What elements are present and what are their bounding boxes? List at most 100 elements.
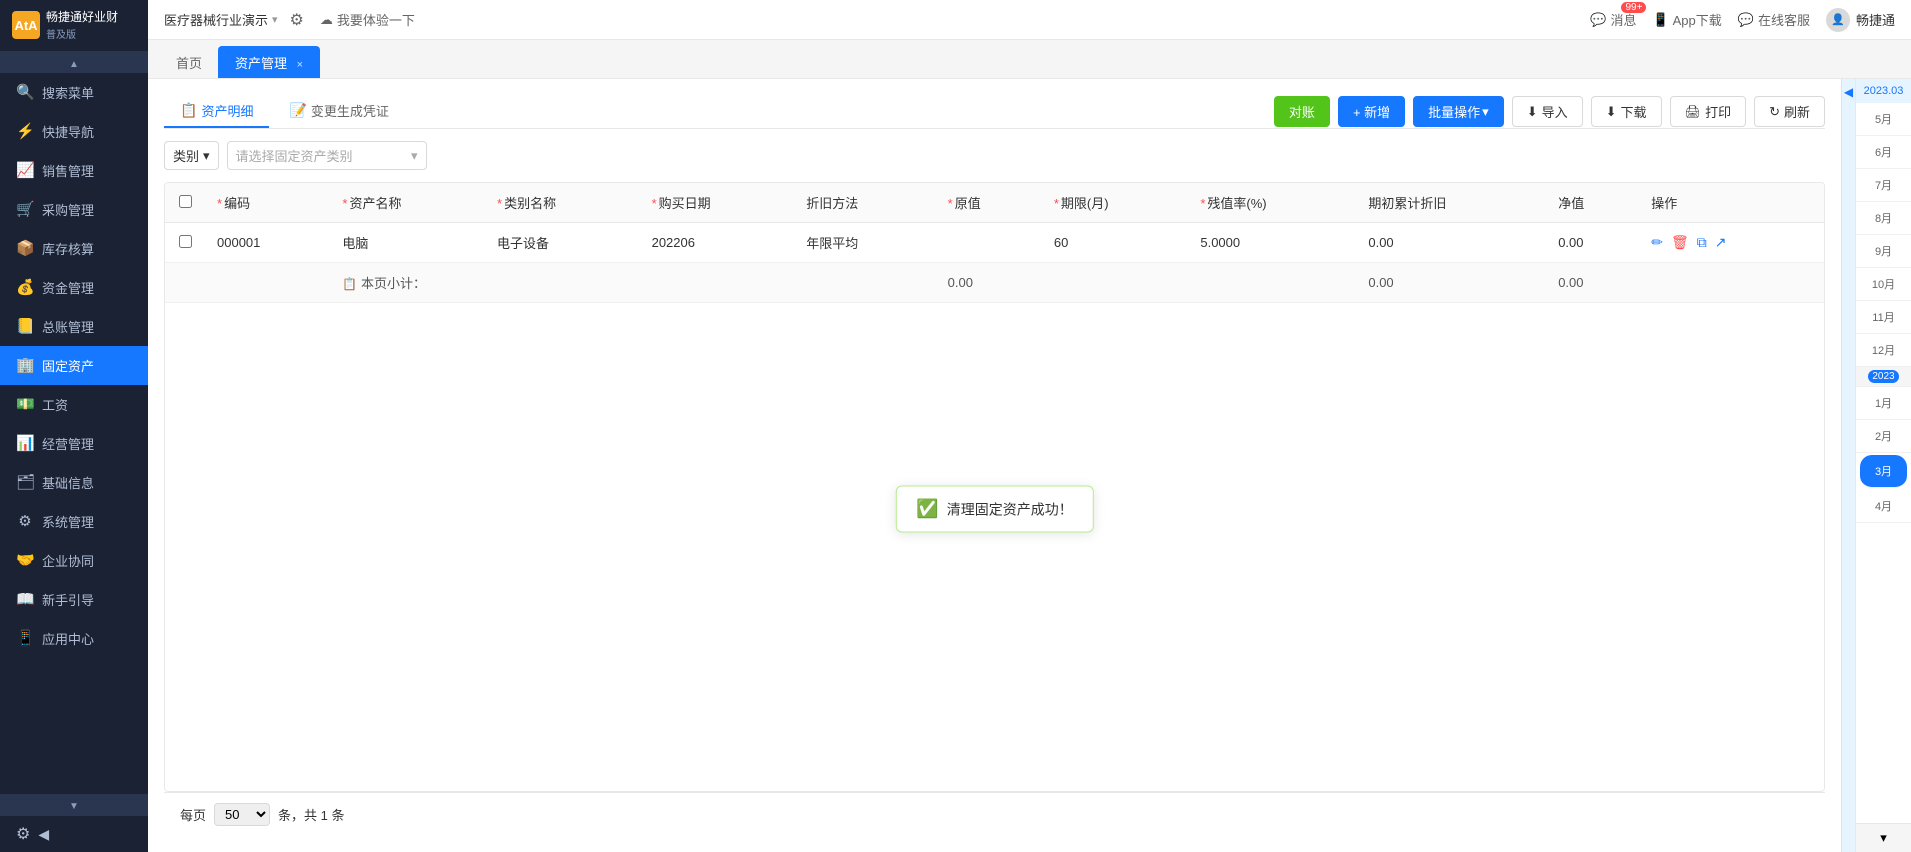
calendar-down-btn[interactable]: ▾ — [1856, 823, 1911, 852]
sidebar-label-ledger: 总账管理 — [42, 317, 94, 336]
refresh-button[interactable]: ↻ 刷新 — [1754, 96, 1825, 127]
sub-tabs: 📋 资产明细 📝 变更生成凭证 对账 + 新增 批量操作 ▾ ⬇ — [164, 95, 1825, 129]
month-2023-3[interactable]: 3月 — [1860, 455, 1907, 488]
company-settings-icon[interactable]: ⚙ — [290, 10, 304, 30]
sidebar-label-guide: 新手引导 — [42, 590, 94, 609]
month-2023-4[interactable]: 4月 — [1856, 490, 1911, 523]
delete-icon[interactable]: 🗑 — [1671, 234, 1689, 251]
sidebar-item-sales[interactable]: 📈 销售管理 — [0, 151, 148, 190]
message-badge: 99+ — [1621, 2, 1646, 13]
tab-home[interactable]: 首页 — [164, 47, 214, 78]
print-button[interactable]: 🖨 打印 — [1670, 96, 1747, 127]
experience-btn[interactable]: ☁ 我要体验一下 — [320, 10, 415, 29]
month-9[interactable]: 9月 — [1856, 235, 1911, 268]
month-2023-2[interactable]: 2月 — [1856, 420, 1911, 453]
company-name: 医疗器械行业演示 — [164, 10, 268, 29]
table-row: 000001 电脑 电子设备 202206 年限平均 ✅ 清理固定资产成功！ — [165, 223, 1824, 263]
online-service-btn[interactable]: 💬 在线客服 — [1738, 10, 1810, 29]
per-page-label: 每页 — [180, 805, 206, 824]
table-wrapper[interactable]: *编码 *资产名称 *类别名称 *购买日期 折旧方法 *原值 *期限(月) *残… — [164, 182, 1825, 792]
import-icon: ⬇ — [1527, 104, 1538, 120]
sidebar-scroll-down[interactable]: ▼ — [0, 794, 148, 815]
sidebar-item-guide[interactable]: 📖 新手引导 — [0, 580, 148, 619]
sidebar-item-finance[interactable]: 💰 资金管理 — [0, 268, 148, 307]
month-10[interactable]: 10月 — [1856, 268, 1911, 301]
month-7[interactable]: 7月 — [1856, 169, 1911, 202]
month-8[interactable]: 8月 — [1856, 202, 1911, 235]
calendar-header[interactable]: 2023.03 — [1856, 79, 1911, 103]
company-selector[interactable]: 医疗器械行业演示 ▾ — [164, 10, 278, 29]
tab-asset-manage[interactable]: 资产管理 × — [218, 46, 320, 78]
sidebar-item-sysmanage[interactable]: ⚙ 系统管理 — [0, 502, 148, 541]
subtotal-label: 本页小计： — [361, 276, 426, 291]
category-filter[interactable]: 类别 ▾ — [164, 141, 219, 170]
enterprise-icon: 🤝 — [16, 551, 34, 569]
collapse-icon[interactable]: ◀ — [38, 826, 49, 843]
th-depreciation-method: 折旧方法 — [794, 183, 935, 223]
month-6[interactable]: 6月 — [1856, 136, 1911, 169]
sidebar-item-quicknav[interactable]: ⚡ 快捷导航 — [0, 112, 148, 151]
tab-close-icon[interactable]: × — [297, 59, 303, 71]
reconcile-button[interactable]: 对账 — [1274, 96, 1330, 127]
sidebar-item-purchase[interactable]: 🛒 采购管理 — [0, 190, 148, 229]
wages-icon: 💵 — [16, 395, 34, 413]
month-5[interactable]: 5月 — [1856, 103, 1911, 136]
experience-label: 我要体验一下 — [337, 10, 415, 29]
sub-tab-change-voucher-label: 变更生成凭证 — [311, 101, 389, 120]
search-icon: 🔍 — [16, 83, 34, 101]
edit-icon[interactable]: ✏ — [1651, 234, 1663, 251]
sidebar-scroll-up[interactable]: ▲ — [0, 52, 148, 73]
td-depreciation-method: 年限平均 — [794, 223, 935, 263]
sidebar-item-wages[interactable]: 💵 工资 — [0, 385, 148, 424]
batch-button[interactable]: 批量操作 ▾ — [1413, 96, 1504, 127]
sidebar-label-inventory: 库存核算 — [42, 239, 94, 258]
calendar-toggle-icon: ◀ — [1844, 85, 1853, 99]
copy-icon[interactable]: ⧉ — [1697, 234, 1707, 251]
per-page-select[interactable]: 50 10 20 100 — [214, 803, 270, 826]
message-btn[interactable]: 💬 消息 99+ — [1590, 10, 1636, 29]
th-period-month: *期限(月) — [1042, 183, 1189, 223]
month-2023-1[interactable]: 1月 — [1856, 387, 1911, 420]
import-label: 导入 — [1542, 102, 1568, 121]
user-menu[interactable]: 👤 畅捷通 — [1826, 8, 1895, 32]
inventory-icon: 📦 — [16, 239, 34, 257]
subtotal-empty-1 — [165, 263, 205, 303]
month-11[interactable]: 11月 — [1856, 301, 1911, 334]
sidebar-item-ledger[interactable]: 📒 总账管理 — [0, 307, 148, 346]
import-button[interactable]: ⬇ 导入 — [1512, 96, 1583, 127]
month-12[interactable]: 12月 — [1856, 334, 1911, 367]
online-service-icon: 💬 — [1738, 12, 1754, 28]
sidebar-item-fixedasset[interactable]: 🏢 固定资产 — [0, 346, 148, 385]
sub-tab-change-voucher[interactable]: 📝 变更生成凭证 — [273, 95, 404, 128]
sidebar-item-search[interactable]: 🔍 搜索菜单 — [0, 73, 148, 112]
guide-icon: 📖 — [16, 590, 34, 608]
download-button[interactable]: ⬇ 下载 — [1591, 96, 1662, 127]
subtotal-net: 0.00 — [1546, 263, 1639, 303]
asset-detail-icon: 📋 — [180, 102, 197, 119]
more-icon[interactable]: ↗ — [1715, 234, 1727, 251]
row-checkbox[interactable] — [179, 235, 192, 248]
sidebar-item-operations[interactable]: 📊 经营管理 — [0, 424, 148, 463]
filter-row: 类别 ▾ 请选择固定资产类别 ▾ — [164, 141, 1825, 170]
app-download-btn[interactable]: 📱 App下载 — [1652, 10, 1721, 29]
operations-icon: 📊 — [16, 434, 34, 452]
category-filter-arrow: ▾ — [203, 148, 210, 164]
sidebar-item-enterprise[interactable]: 🤝 企业协同 — [0, 541, 148, 580]
category-value-filter[interactable]: 请选择固定资产类别 ▾ — [227, 141, 427, 170]
select-all-checkbox[interactable] — [179, 195, 192, 208]
sub-tab-asset-detail[interactable]: 📋 资产明细 — [164, 95, 269, 128]
content-area: 📋 资产明细 📝 变更生成凭证 对账 + 新增 批量操作 ▾ ⬇ — [148, 79, 1911, 852]
th-original-value: *原值 — [936, 183, 1042, 223]
subtotal-row: 📋 本页小计： 0.00 0.00 0.00 — [165, 263, 1824, 303]
sidebar-item-appcenter[interactable]: 📱 应用中心 — [0, 619, 148, 658]
sidebar-item-basicinfo[interactable]: 🗂 基础信息 — [0, 463, 148, 502]
th-checkbox — [165, 183, 205, 223]
sidebar-label-basicinfo: 基础信息 — [42, 473, 94, 492]
app-version: 普及版 — [46, 26, 118, 41]
settings-icon[interactable]: ⚙ — [16, 824, 30, 844]
sidebar-item-inventory[interactable]: 📦 库存核算 — [0, 229, 148, 268]
calendar-toggle[interactable]: ◀ — [1841, 79, 1855, 852]
subtotal-empty-6 — [1639, 263, 1824, 303]
new-button[interactable]: + 新增 — [1338, 96, 1405, 127]
appcenter-icon: 📱 — [16, 629, 34, 647]
